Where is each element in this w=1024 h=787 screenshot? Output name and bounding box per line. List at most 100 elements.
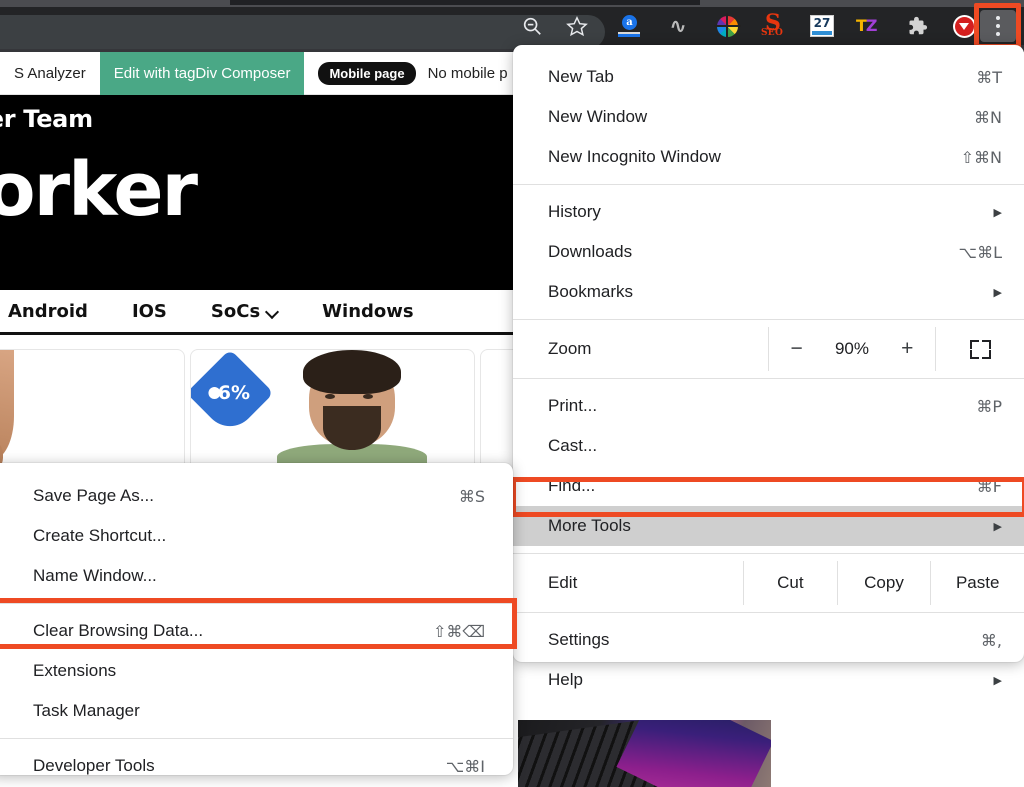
tz-letter-z: Z	[865, 16, 878, 35]
chrome-main-menu: New Tab ⌘T New Window ⌘N New Incognito W…	[513, 45, 1024, 689]
product-model-eye	[325, 394, 335, 399]
youtube-circle	[954, 16, 974, 36]
menu-separator	[513, 184, 1024, 185]
submenu-item-save-page-as[interactable]: Save Page As... ⌘S	[0, 476, 513, 516]
product-model-hair	[303, 350, 401, 394]
menu-item-label: Print...	[548, 396, 598, 415]
zoom-level-value: 90%	[834, 339, 869, 358]
kebab-dot	[996, 24, 1000, 28]
menu-item-label: Settings	[548, 630, 610, 649]
menu-item-label: New Tab	[548, 67, 614, 86]
seoquake-label: SEO	[761, 28, 784, 38]
menu-item-new-tab[interactable]: New Tab ⌘T	[513, 57, 1024, 97]
admin-bar-analyzer[interactable]: S Analyzer	[0, 52, 100, 95]
menu-item-label: Task Manager	[33, 701, 140, 720]
menu-item-shortcut: ⌘F	[976, 476, 1002, 496]
product-card[interactable]: -6%	[190, 349, 475, 473]
zoom-controls: − 90% +	[768, 327, 936, 371]
menu-item-shortcut: ⌘S	[458, 486, 485, 506]
submenu-arrow-icon: ▶	[993, 286, 1002, 299]
extension-calendar-icon[interactable]: 27	[806, 10, 838, 42]
extension-colorzilla-icon[interactable]	[711, 10, 743, 42]
similarweb-glyph: ∿	[669, 14, 687, 38]
menu-item-bookmarks[interactable]: Bookmarks ▶	[513, 272, 1024, 312]
submenu-item-clear-browsing-data[interactable]: Clear Browsing Data... ⇧⌘⌫	[0, 611, 513, 651]
zoom-out-search-icon[interactable]	[516, 10, 548, 42]
menu-item-find[interactable]: Find... ⌘F	[513, 466, 1024, 506]
menu-item-shortcut: ⌘T	[976, 67, 1002, 87]
menu-item-shortcut: ⇧⌘⌫	[432, 621, 485, 641]
edit-label: Edit	[548, 573, 578, 592]
bookmark-star-icon[interactable]	[561, 10, 593, 42]
submenu-arrow-icon: ▶	[993, 520, 1002, 533]
zoom-out-button[interactable]: −	[780, 337, 814, 361]
site-logo-text: Yorker	[0, 147, 198, 233]
more-tools-submenu: Save Page As... ⌘S Create Shortcut... Na…	[0, 463, 513, 776]
submenu-item-create-shortcut[interactable]: Create Shortcut...	[0, 516, 513, 556]
nav-item-windows-label: Windows	[322, 300, 414, 322]
product-model-arm	[0, 350, 14, 460]
extension-youtube-downloader-icon[interactable]	[948, 10, 980, 42]
menu-item-label: Extensions	[33, 661, 117, 680]
article-thumbnail-laptop[interactable]	[518, 720, 771, 787]
menu-item-cast[interactable]: Cast...	[513, 426, 1024, 466]
product-model-eye	[363, 394, 373, 399]
extension-amazon-assistant-icon[interactable]: a	[613, 10, 645, 42]
menu-item-more-tools[interactable]: More Tools ▶	[513, 506, 1024, 546]
menu-item-label: New Window	[548, 107, 648, 126]
discount-tag-icon: -6%	[191, 350, 274, 437]
menu-item-print[interactable]: Print... ⌘P	[513, 386, 1024, 426]
nav-item-ios-label: IOS	[131, 300, 167, 322]
zoom-label: Zoom	[548, 339, 592, 358]
download-arrow-icon	[959, 22, 969, 30]
admin-bar-composer-button[interactable]: Edit with tagDiv Composer	[99, 51, 305, 95]
extensions-puzzle-icon[interactable]	[901, 10, 933, 42]
screenshot-root: S Analyzer Edit with tagDiv Composer Mob…	[0, 0, 1024, 787]
nav-item-socs[interactable]: SoCs	[211, 301, 278, 322]
menu-item-downloads[interactable]: Downloads ⌥⌘L	[513, 232, 1024, 272]
menu-item-shortcut: ⌥⌘L	[958, 242, 1002, 262]
site-team-label: orker Team	[0, 105, 93, 133]
menu-item-shortcut: ⌘N	[974, 107, 1002, 127]
submenu-item-name-window[interactable]: Name Window...	[0, 556, 513, 596]
menu-item-label: More Tools	[548, 516, 631, 535]
product-card[interactable]	[0, 349, 185, 473]
laptop-screen	[616, 720, 771, 787]
extension-tz-icon[interactable]: TZ	[853, 10, 885, 42]
menu-separator	[513, 553, 1024, 554]
menu-item-label: History	[548, 202, 601, 221]
active-tab-shadow	[230, 0, 700, 5]
menu-item-history[interactable]: History ▶	[513, 192, 1024, 232]
menu-item-label: Save Page As...	[33, 486, 154, 505]
extension-similarweb-icon[interactable]: ∿	[662, 10, 694, 42]
edit-paste-button[interactable]: Paste	[930, 561, 1024, 605]
amazon-base	[618, 32, 640, 37]
menu-item-shortcut: ⇧⌘N	[960, 147, 1002, 167]
nav-item-android[interactable]: Android	[8, 301, 88, 322]
menu-item-label: Clear Browsing Data...	[33, 621, 204, 640]
mobile-page-pill[interactable]: Mobile page	[318, 61, 416, 85]
submenu-item-task-manager[interactable]: Task Manager	[0, 691, 513, 731]
menu-item-label: Downloads	[548, 242, 633, 261]
menu-item-label: Create Shortcut...	[33, 526, 167, 545]
kebab-menu-button[interactable]	[980, 10, 1016, 42]
edit-cut-button[interactable]: Cut	[743, 561, 837, 605]
nav-item-windows[interactable]: Windows	[322, 301, 413, 322]
menu-item-help[interactable]: Help ▶	[513, 660, 1024, 700]
discount-badge-label: -6%	[209, 382, 251, 404]
submenu-arrow-icon: ▶	[993, 674, 1002, 687]
submenu-item-extensions[interactable]: Extensions	[0, 651, 513, 691]
menu-item-new-window[interactable]: New Window ⌘N	[513, 97, 1024, 137]
toolbar-icon-group: a ∿ S SEO 27 TZ	[0, 7, 1024, 45]
calendar-accent-bar	[812, 31, 832, 35]
zoom-in-button[interactable]: +	[890, 337, 924, 361]
extension-seoquake-icon[interactable]: S SEO	[757, 10, 789, 42]
menu-item-new-incognito-window[interactable]: New Incognito Window ⇧⌘N	[513, 137, 1024, 177]
menu-item-settings[interactable]: Settings ⌘,	[513, 620, 1024, 660]
edit-copy-button[interactable]: Copy	[836, 561, 931, 605]
menu-item-label: Developer Tools	[33, 756, 155, 775]
nav-item-ios[interactable]: IOS	[132, 301, 167, 322]
submenu-item-developer-tools[interactable]: Developer Tools ⌥⌘I	[0, 746, 513, 786]
fullscreen-button[interactable]	[936, 327, 1024, 371]
tz-letter-t: T	[856, 16, 867, 35]
